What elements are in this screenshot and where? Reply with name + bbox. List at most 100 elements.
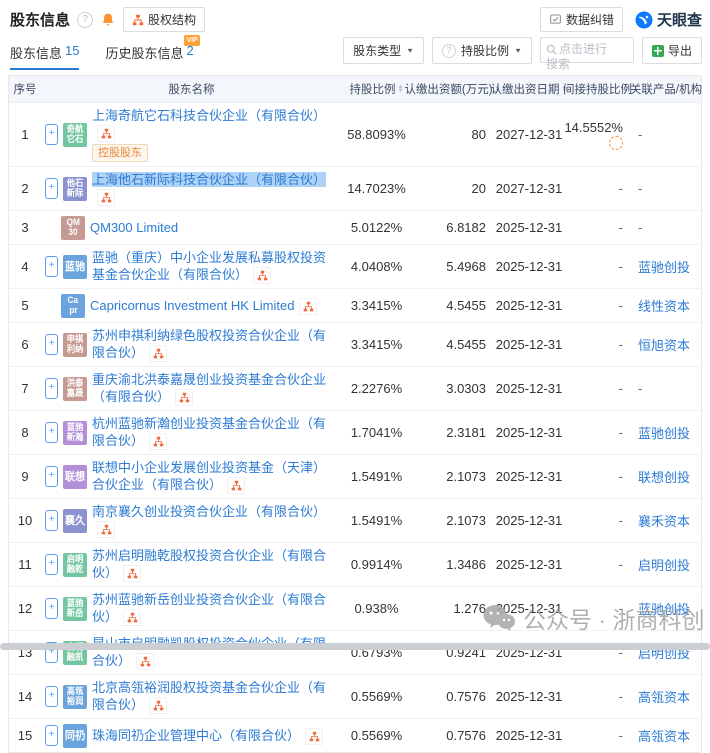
table-row: 13+启明融凯昆山市启明融凯股权投资合伙企业（有限合伙）0.6793%0.924…: [9, 630, 701, 674]
expand-equity-icon[interactable]: +: [45, 725, 58, 746]
company-name-link[interactable]: 珠海同礽企业管理中心（有限合伙）: [92, 728, 300, 743]
amount-value: 2.1073: [446, 513, 486, 528]
company-name-link[interactable]: 联想中小企业发展创业投资基金（天津）合伙企业（有限合伙）: [92, 460, 326, 492]
related-product-link[interactable]: 襄禾资本: [638, 514, 690, 529]
org-chart-icon[interactable]: [123, 565, 142, 582]
expand-equity-icon[interactable]: +: [45, 124, 58, 145]
refresh-icon[interactable]: [609, 135, 623, 150]
related-product-link[interactable]: 恒旭资本: [638, 338, 690, 353]
related-product-cell: 蓝驰创投: [631, 599, 701, 618]
related-product-link[interactable]: 蓝驰创投: [638, 426, 690, 441]
section-title: 股东信息: [10, 12, 71, 29]
export-button[interactable]: 导出: [641, 37, 702, 64]
expand-equity-icon[interactable]: +: [45, 178, 58, 199]
company-name-link[interactable]: 昆山市启明融凯股权投资合伙企业（有限合伙）: [92, 636, 326, 668]
company-name-link[interactable]: 北京高瓴裕润股权投资基金合伙企业（有限合伙）: [92, 680, 326, 712]
org-chart-icon[interactable]: [97, 189, 115, 206]
company-name-line: 苏州申祺利纳绿色股权投资合伙企业（有限合伙）: [92, 327, 336, 362]
company-name-link[interactable]: 蓝驰（重庆）中小企业发展私募股权投资基金合伙企业（有限合伙）: [92, 250, 326, 282]
help-icon[interactable]: ?: [77, 11, 94, 28]
expand-equity-icon[interactable]: +: [45, 686, 58, 707]
col-header-name: 股东名称: [168, 84, 215, 96]
tianyancha-logo[interactable]: 天眼查: [635, 9, 702, 30]
row-index: 14: [17, 689, 33, 704]
company-name-link[interactable]: 重庆渝北洪泰嘉晟创业投资基金合伙企业（有限合伙）: [92, 372, 326, 404]
shareholder-table: 序号 股东名称 持股比例 ▲ ▼ 认缴出资额(万元) ▲ ▼ 认缴出资日期 ▲ ▼ 间接持股…: [8, 75, 702, 753]
expand-equity-icon[interactable]: +: [45, 334, 58, 355]
org-chart-icon[interactable]: [227, 477, 246, 494]
equity-structure-button[interactable]: 股权结构: [123, 7, 206, 32]
amount-value: 1.276: [453, 601, 486, 616]
empty-value: -: [618, 689, 623, 704]
data-correction-button[interactable]: 数据纠错: [539, 7, 623, 32]
tab-count: 15: [65, 43, 80, 58]
tab-history-shareholder-info[interactable]: 历史股东信息 2 VIP: [105, 35, 200, 70]
org-chart-icon[interactable]: [136, 653, 155, 670]
date-value: 2025-12-31: [495, 689, 563, 704]
table-row: 1 + 奇航 它石 上海奇航它石科技合伙企业（有限合伙） 控股股东 58.8093% 80 20…: [9, 102, 701, 166]
company-name-block: 重庆渝北洪泰嘉晟创业投资基金合伙企业（有限合伙）: [92, 371, 336, 406]
ratio-value: 1.7041%: [350, 425, 403, 440]
related-product-link[interactable]: 高瓴资本: [638, 729, 690, 744]
org-chart-icon[interactable]: [175, 389, 194, 406]
org-chart-icon[interactable]: [149, 697, 168, 714]
empty-value: -: [618, 381, 623, 396]
company-cell: + 襄久 南京襄久创业投资合伙企业（有限合伙）: [41, 499, 342, 542]
company-name-block: 苏州蓝驰新岳创业投资合伙企业（有限合伙）: [92, 591, 336, 626]
org-chart-icon[interactable]: [97, 125, 115, 142]
related-product-cell: 联想创投: [631, 467, 701, 486]
indirect-ratio-cell: -: [564, 381, 631, 396]
org-chart-icon[interactable]: [149, 433, 168, 450]
org-chart-icon[interactable]: [299, 297, 318, 315]
company-cell: + 奇航 它石 上海奇航它石科技合伙企业（有限合伙） 控股股东: [41, 103, 342, 166]
table-header: 序号 股东名称 持股比例 ▲ ▼ 认缴出资额(万元) ▲ ▼ 认缴出资日期 ▲ ▼ 间接持股…: [9, 76, 702, 102]
col-header-date[interactable]: 认缴出资日期 ▲ ▼: [491, 81, 568, 97]
chevron-down-icon: ▼: [406, 46, 415, 55]
org-chart-icon[interactable]: [305, 727, 324, 745]
company-name-link[interactable]: 上海他石新际科技合伙企业（有限合伙）: [92, 172, 327, 187]
date-value: 2025-12-31: [495, 220, 563, 235]
related-product-link[interactable]: 联想创投: [638, 470, 690, 485]
company-name-link[interactable]: QM300 Limited: [90, 220, 178, 235]
org-chart-icon[interactable]: [149, 345, 168, 362]
table-row: 10 + 襄久 南京襄久创业投资合伙企业（有限合伙） 1.5491% 2.1073 2025…: [9, 498, 701, 542]
company-name-link[interactable]: 南京襄久创业投资合伙企业（有限合伙）: [92, 504, 326, 519]
notification-bell-icon[interactable]: [100, 12, 116, 28]
ratio-filter-dropdown[interactable]: ? 持股比例 ▼: [432, 37, 532, 64]
expand-equity-icon[interactable]: +: [45, 256, 58, 277]
org-chart-icon[interactable]: [253, 267, 272, 284]
company-name-line: QM300 Limited: [90, 219, 178, 236]
col-header-ratio[interactable]: 持股比例 ▲ ▼: [342, 81, 411, 97]
search-input[interactable]: 点击进行搜索: [539, 37, 634, 71]
tab-shareholder-info[interactable]: 股东信息 15: [10, 43, 80, 70]
date-value: 2025-12-31: [495, 601, 563, 616]
expand-equity-icon[interactable]: +: [45, 378, 58, 399]
expand-equity-icon[interactable]: +: [45, 598, 58, 619]
amount-value: 5.4968: [446, 259, 486, 274]
related-product-link[interactable]: 高瓴资本: [638, 690, 690, 705]
related-product-link[interactable]: 蓝驰创投: [638, 260, 690, 275]
horizontal-scrollbar[interactable]: [0, 643, 710, 650]
expand-equity-icon[interactable]: +: [45, 422, 58, 443]
org-chart-icon[interactable]: [123, 609, 142, 626]
company-name-link[interactable]: Capricornus Investment HK Limited: [90, 298, 294, 313]
company-name-link[interactable]: 上海奇航它石科技合伙企业（有限合伙）: [92, 108, 326, 123]
sort-icon[interactable]: ▲ ▼: [398, 84, 404, 94]
related-product-link[interactable]: 启明创投: [638, 558, 690, 573]
company-cell: + 启明 融乾 苏州启明融乾股权投资合伙企业（有限合伙）: [41, 543, 342, 586]
company-avatar: Ca pr: [61, 293, 85, 318]
shareholder-type-dropdown[interactable]: 股东类型 ▼: [343, 37, 425, 64]
company-name-link[interactable]: 苏州申祺利纳绿色股权投资合伙企业（有限合伙）: [92, 328, 326, 360]
search-placeholder: 点击进行搜索: [545, 42, 607, 71]
indirect-ratio-value: 14.5552%: [564, 119, 623, 135]
org-chart-icon[interactable]: [97, 521, 115, 538]
expand-equity-icon[interactable]: +: [45, 466, 58, 487]
related-product-link[interactable]: 线性资本: [638, 299, 690, 314]
related-product-link[interactable]: 蓝驰创投: [638, 602, 690, 617]
expand-equity-icon[interactable]: +: [45, 510, 58, 531]
empty-value: -: [618, 298, 623, 313]
col-header-amount[interactable]: 认缴出资额(万元) ▲ ▼: [404, 81, 500, 97]
table-row: 11 + 启明 融乾 苏州启明融乾股权投资合伙企业（有限合伙） 0.9914% 1.3486…: [9, 542, 701, 586]
expand-equity-icon[interactable]: +: [45, 554, 58, 575]
company-name-link[interactable]: 杭州蓝驰新瀚创业投资基金合伙企业（有限合伙）: [92, 416, 326, 448]
